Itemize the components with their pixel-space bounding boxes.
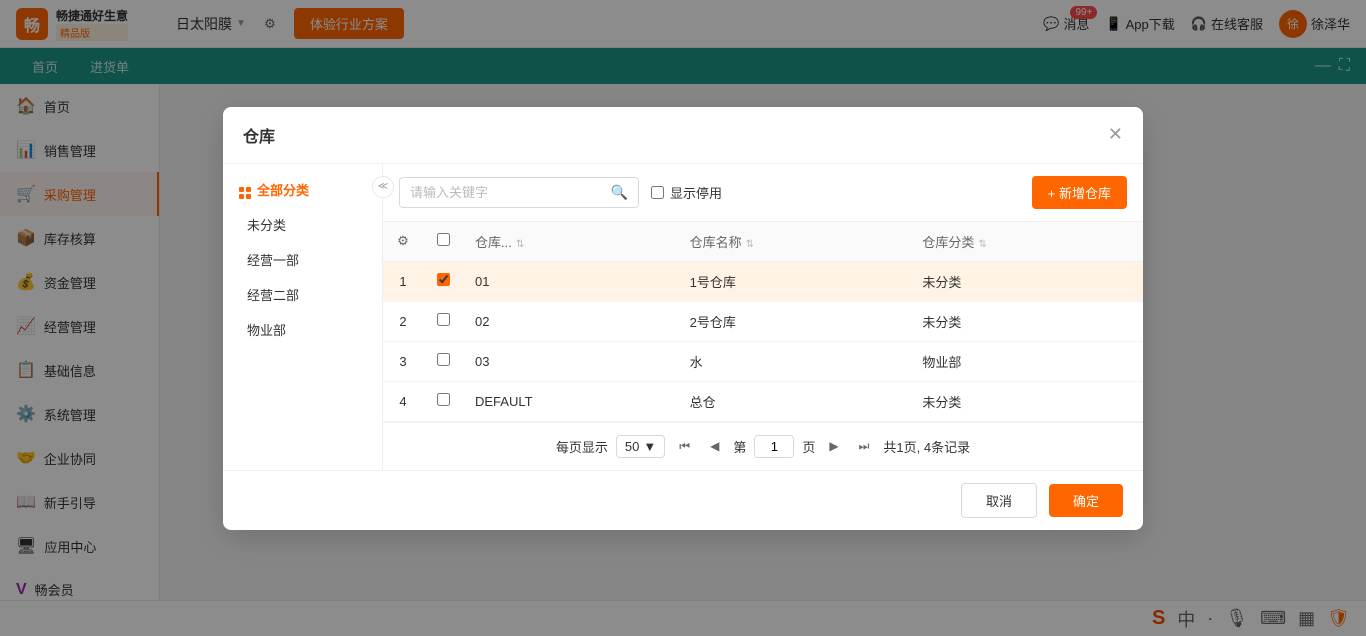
row-checkbox[interactable] — [423, 301, 463, 341]
per-page-label: 每页显示 — [556, 437, 608, 456]
modal-title: 仓库 — [243, 123, 275, 147]
grid-icon — [239, 180, 251, 199]
row-code: 02 — [463, 301, 678, 341]
collapse-panel-button[interactable]: ≪ — [372, 176, 394, 198]
table-row[interactable]: 4 DEFAULT 总仓 未分类 — [383, 381, 1143, 421]
row-code: 03 — [463, 341, 678, 381]
all-categories-header[interactable]: 全部分类 — [223, 172, 382, 207]
modal-header: 仓库 ✕ — [223, 107, 1143, 164]
row-num: 4 — [383, 381, 423, 421]
modal-close-button[interactable]: ✕ — [1108, 124, 1123, 145]
warehouse-table: ⚙ 仓库...⇅ 仓库名称⇅ 仓库分类⇅ 1 01 1号仓库 未分类 2 02 — [383, 222, 1143, 422]
data-table: ⚙ 仓库...⇅ 仓库名称⇅ 仓库分类⇅ 1 01 1号仓库 未分类 2 02 — [383, 222, 1143, 422]
row-category: 物业部 — [910, 341, 1143, 381]
page-unit: 页 — [802, 437, 815, 456]
page-number-input[interactable] — [754, 435, 794, 458]
sort-icon-code: ⇅ — [516, 239, 524, 250]
row-num: 2 — [383, 301, 423, 341]
row-code: 01 — [463, 261, 678, 301]
per-page-select[interactable]: 50 ▼ — [616, 435, 665, 458]
row-category: 未分类 — [910, 261, 1143, 301]
table-panel: 🔍 显示停用 + 新增仓库 ⚙ — [383, 164, 1143, 470]
cancel-button[interactable]: 取消 — [961, 483, 1037, 518]
table-row[interactable]: 2 02 2号仓库 未分类 — [383, 301, 1143, 341]
table-row[interactable]: 3 03 水 物业部 — [383, 341, 1143, 381]
row-num: 1 — [383, 261, 423, 301]
category-item-property[interactable]: 物业部 — [223, 312, 382, 347]
col-checkbox — [423, 222, 463, 262]
row-select-checkbox[interactable] — [437, 353, 450, 366]
row-checkbox[interactable] — [423, 261, 463, 301]
row-name: 总仓 — [678, 381, 911, 421]
row-select-checkbox[interactable] — [437, 393, 450, 406]
warehouse-modal: 仓库 ✕ ≪ 全部分类 未分类 经营一部 经营二部 物业部 — [223, 107, 1143, 530]
last-page-button[interactable]: ⏭ — [853, 437, 876, 456]
new-warehouse-button[interactable]: + 新增仓库 — [1032, 176, 1127, 209]
row-name: 1号仓库 — [678, 261, 911, 301]
show-disabled-checkbox[interactable] — [651, 186, 664, 199]
show-disabled-checkbox-label[interactable]: 显示停用 — [651, 183, 722, 202]
row-category: 未分类 — [910, 381, 1143, 421]
modal-body: ≪ 全部分类 未分类 经营一部 经营二部 物业部 — [223, 164, 1143, 470]
search-input[interactable] — [400, 179, 601, 206]
row-checkbox[interactable] — [423, 381, 463, 421]
row-num: 3 — [383, 341, 423, 381]
search-button[interactable]: 🔍 — [601, 178, 638, 207]
next-page-button[interactable]: ▶ — [823, 437, 844, 455]
col-code: 仓库...⇅ — [463, 222, 678, 262]
total-info: 共1页, 4条记录 — [883, 437, 970, 456]
col-settings: ⚙ — [383, 222, 423, 262]
first-page-button[interactable]: ⏮ — [673, 437, 696, 456]
row-name: 2号仓库 — [678, 301, 911, 341]
sort-icon-name: ⇅ — [746, 239, 754, 250]
confirm-button[interactable]: 确定 — [1049, 484, 1123, 517]
col-name: 仓库名称⇅ — [678, 222, 911, 262]
row-checkbox[interactable] — [423, 341, 463, 381]
row-select-checkbox[interactable] — [437, 313, 450, 326]
prev-page-button[interactable]: ◀ — [704, 437, 725, 455]
category-item-ops1[interactable]: 经营一部 — [223, 242, 382, 277]
category-item-ops2[interactable]: 经营二部 — [223, 277, 382, 312]
table-header-row: ⚙ 仓库...⇅ 仓库名称⇅ 仓库分类⇅ — [383, 222, 1143, 262]
pagination: 每页显示 50 ▼ ⏮ ◀ 第 页 ▶ ⏭ 共1页, 4条记录 — [383, 422, 1143, 470]
category-panel: ≪ 全部分类 未分类 经营一部 经营二部 物业部 — [223, 164, 383, 470]
col-category: 仓库分类⇅ — [910, 222, 1143, 262]
sort-icon-category: ⇅ — [978, 239, 986, 250]
per-page-dropdown-icon: ▼ — [643, 439, 656, 454]
select-all-checkbox[interactable] — [437, 233, 450, 246]
search-box: 🔍 — [399, 177, 639, 208]
page-label: 第 — [733, 437, 746, 456]
row-code: DEFAULT — [463, 381, 678, 421]
table-row[interactable]: 1 01 1号仓库 未分类 — [383, 261, 1143, 301]
row-select-checkbox[interactable] — [437, 273, 450, 286]
modal-overlay: 仓库 ✕ ≪ 全部分类 未分类 经营一部 经营二部 物业部 — [0, 0, 1366, 636]
table-toolbar: 🔍 显示停用 + 新增仓库 — [383, 164, 1143, 222]
modal-footer: 取消 确定 — [223, 470, 1143, 530]
row-category: 未分类 — [910, 301, 1143, 341]
row-name: 水 — [678, 341, 911, 381]
category-item-uncategorized[interactable]: 未分类 — [223, 207, 382, 242]
